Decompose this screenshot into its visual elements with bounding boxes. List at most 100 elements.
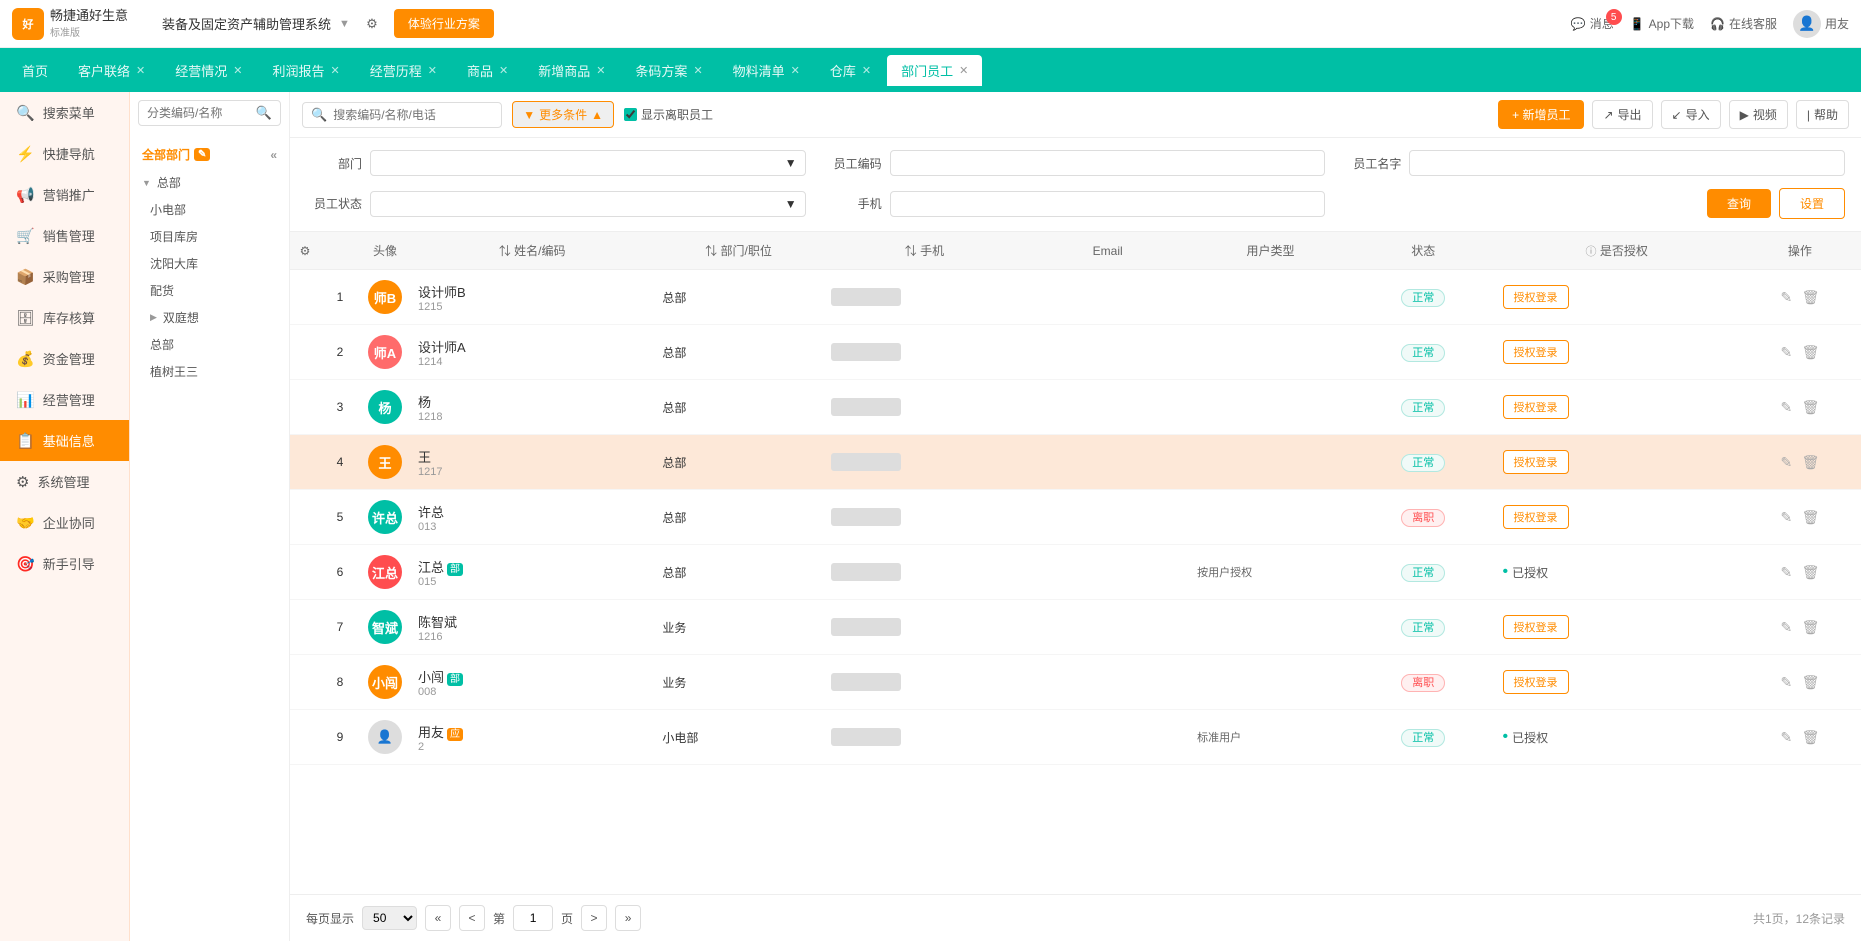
delete-icon[interactable]: 🗑	[1802, 509, 1820, 525]
edit-icon[interactable]: ✎	[1780, 344, 1792, 360]
delete-icon[interactable]: 🗑	[1802, 619, 1820, 635]
filter-name-input[interactable]	[1409, 150, 1845, 176]
export-button[interactable]: ↗ 导出	[1592, 100, 1652, 129]
nav-tab-新增商品[interactable]: 新增商品✕	[524, 55, 619, 86]
sidebar-item-basic-info[interactable]: 📋基础信息	[0, 420, 129, 461]
user-avatar[interactable]: 👤 用友	[1793, 10, 1849, 38]
delete-icon[interactable]: 🗑	[1802, 454, 1820, 470]
online-service-button[interactable]: 🎧 在线客服	[1710, 15, 1777, 32]
more-filter-button[interactable]: ▼ 更多条件 ▲	[512, 101, 614, 128]
tab-close-icon[interactable]: ✕	[693, 64, 702, 77]
tab-close-icon[interactable]: ✕	[331, 64, 340, 77]
edit-icon[interactable]: ✎	[1780, 674, 1792, 690]
dept-collapse-icon[interactable]: «	[270, 148, 277, 162]
delete-icon[interactable]: 🗑	[1802, 564, 1820, 580]
auth-login-button[interactable]: 授权登录	[1503, 285, 1569, 309]
nav-tab-利润报告[interactable]: 利润报告✕	[258, 55, 353, 86]
sidebar-item-search-menu[interactable]: 🔍搜索菜单	[0, 92, 129, 133]
tab-close-icon[interactable]: ✕	[596, 64, 605, 77]
page-input[interactable]	[513, 905, 553, 931]
dropdown-arrow-icon[interactable]: ▼	[339, 18, 350, 30]
dept-search-icon[interactable]: 🔍	[256, 105, 272, 121]
edit-icon[interactable]: ✎	[1780, 564, 1792, 580]
col-phone-header[interactable]: ⇅ 手机	[823, 232, 1027, 270]
nav-tab-仓库[interactable]: 仓库✕	[816, 55, 885, 86]
filter-phone-input[interactable]	[890, 191, 1326, 217]
tab-close-icon[interactable]: ✕	[499, 64, 508, 77]
nav-tab-商品[interactable]: 商品✕	[453, 55, 522, 86]
last-page-button[interactable]: »	[615, 905, 641, 931]
first-page-button[interactable]: «	[425, 905, 451, 931]
auth-login-button[interactable]: 授权登录	[1503, 450, 1569, 474]
sidebar-item-newbie[interactable]: 🎯新手引导	[0, 543, 129, 584]
edit-icon[interactable]: ✎	[1780, 509, 1792, 525]
tab-close-icon[interactable]: ✕	[862, 64, 871, 77]
sidebar-item-quick-nav[interactable]: ⚡快捷导航	[0, 133, 129, 174]
sidebar-item-finance[interactable]: 💰资金管理	[0, 338, 129, 379]
delete-icon[interactable]: 🗑	[1802, 344, 1820, 360]
filter-dept-select[interactable]: ▼	[370, 150, 806, 176]
query-button[interactable]: 查询	[1707, 189, 1771, 218]
delete-icon[interactable]: 🗑	[1802, 729, 1820, 745]
dept-node[interactable]: 双庭想	[130, 304, 289, 331]
show-resign-label[interactable]: 显示离职员工	[624, 106, 713, 123]
delete-icon[interactable]: 🗑	[1802, 399, 1820, 415]
tab-close-icon[interactable]: ✕	[136, 64, 145, 77]
import-button[interactable]: ↙ 导入	[1661, 100, 1721, 129]
show-resign-checkbox[interactable]	[624, 108, 637, 121]
set-button[interactable]: 设置	[1779, 188, 1845, 219]
delete-icon[interactable]: 🗑	[1802, 674, 1820, 690]
add-employee-button[interactable]: + 新增员工	[1498, 100, 1584, 129]
auth-login-button[interactable]: 授权登录	[1503, 395, 1569, 419]
nav-tab-经营情况[interactable]: 经营情况✕	[161, 55, 256, 86]
sidebar-item-sales[interactable]: 🛒销售管理	[0, 215, 129, 256]
dept-node[interactable]: 总部	[130, 169, 289, 196]
nav-tab-首页[interactable]: 首页	[8, 55, 62, 86]
auth-login-button[interactable]: 授权登录	[1503, 505, 1569, 529]
help-button[interactable]: | 帮助	[1796, 100, 1849, 129]
auth-login-button[interactable]: 授权登录	[1503, 670, 1569, 694]
settings-icon[interactable]: ⚙	[358, 10, 386, 38]
dept-node[interactable]: 小电部	[130, 196, 289, 223]
sidebar-item-enterprise[interactable]: 🤝企业协同	[0, 502, 129, 543]
dept-node[interactable]: 配货	[130, 277, 289, 304]
nav-tab-客户联络[interactable]: 客户联络✕	[64, 55, 159, 86]
edit-icon[interactable]: ✎	[1780, 619, 1792, 635]
edit-icon[interactable]: ✎	[1780, 399, 1792, 415]
page-size-select[interactable]: 50 20 100	[362, 906, 417, 930]
sidebar-item-system[interactable]: ⚙系统管理	[0, 461, 129, 502]
auth-login-button[interactable]: 授权登录	[1503, 615, 1569, 639]
sidebar-item-marketing[interactable]: 📢营销推广	[0, 174, 129, 215]
dept-search-input[interactable]	[147, 106, 250, 120]
app-download-button[interactable]: 📱 App下载	[1630, 15, 1694, 32]
edit-icon[interactable]: ✎	[1780, 729, 1792, 745]
tab-close-icon[interactable]: ✕	[791, 64, 800, 77]
nav-tab-经营历程[interactable]: 经营历程✕	[356, 55, 451, 86]
sidebar-item-inventory[interactable]: 🗄库存核算	[0, 297, 129, 338]
search-input[interactable]	[333, 108, 493, 122]
auth-login-button[interactable]: 授权登录	[1503, 340, 1569, 364]
filter-status-select[interactable]: ▼	[370, 191, 806, 217]
sidebar-item-operation[interactable]: 📊经营管理	[0, 379, 129, 420]
sidebar-item-purchase[interactable]: 📦采购管理	[0, 256, 129, 297]
col-name-header[interactable]: ⇅ 姓名/编码	[410, 232, 654, 270]
dept-node[interactable]: 总部	[130, 331, 289, 358]
dept-node[interactable]: 项目库房	[130, 223, 289, 250]
col-dept-header[interactable]: ⇅ 部门/职位	[654, 232, 822, 270]
tab-close-icon[interactable]: ✕	[959, 64, 968, 77]
prev-page-button[interactable]: <	[459, 905, 485, 931]
trial-button[interactable]: 体验行业方案	[394, 9, 494, 38]
nav-tab-物料清单[interactable]: 物料清单✕	[719, 55, 814, 86]
view-button[interactable]: ▶ 视频	[1729, 100, 1788, 129]
message-button[interactable]: 💬 消息 5	[1571, 15, 1614, 32]
dept-edit-icon[interactable]: ✎	[194, 148, 210, 161]
delete-icon[interactable]: 🗑	[1802, 289, 1820, 305]
nav-tab-部门员工[interactable]: 部门员工✕	[887, 55, 982, 86]
tab-close-icon[interactable]: ✕	[233, 64, 242, 77]
filter-code-input[interactable]	[890, 150, 1326, 176]
dept-node[interactable]: 植树王三	[130, 358, 289, 385]
dept-node[interactable]: 沈阳大库	[130, 250, 289, 277]
tab-close-icon[interactable]: ✕	[428, 64, 437, 77]
next-page-button[interactable]: >	[581, 905, 607, 931]
edit-icon[interactable]: ✎	[1780, 289, 1792, 305]
